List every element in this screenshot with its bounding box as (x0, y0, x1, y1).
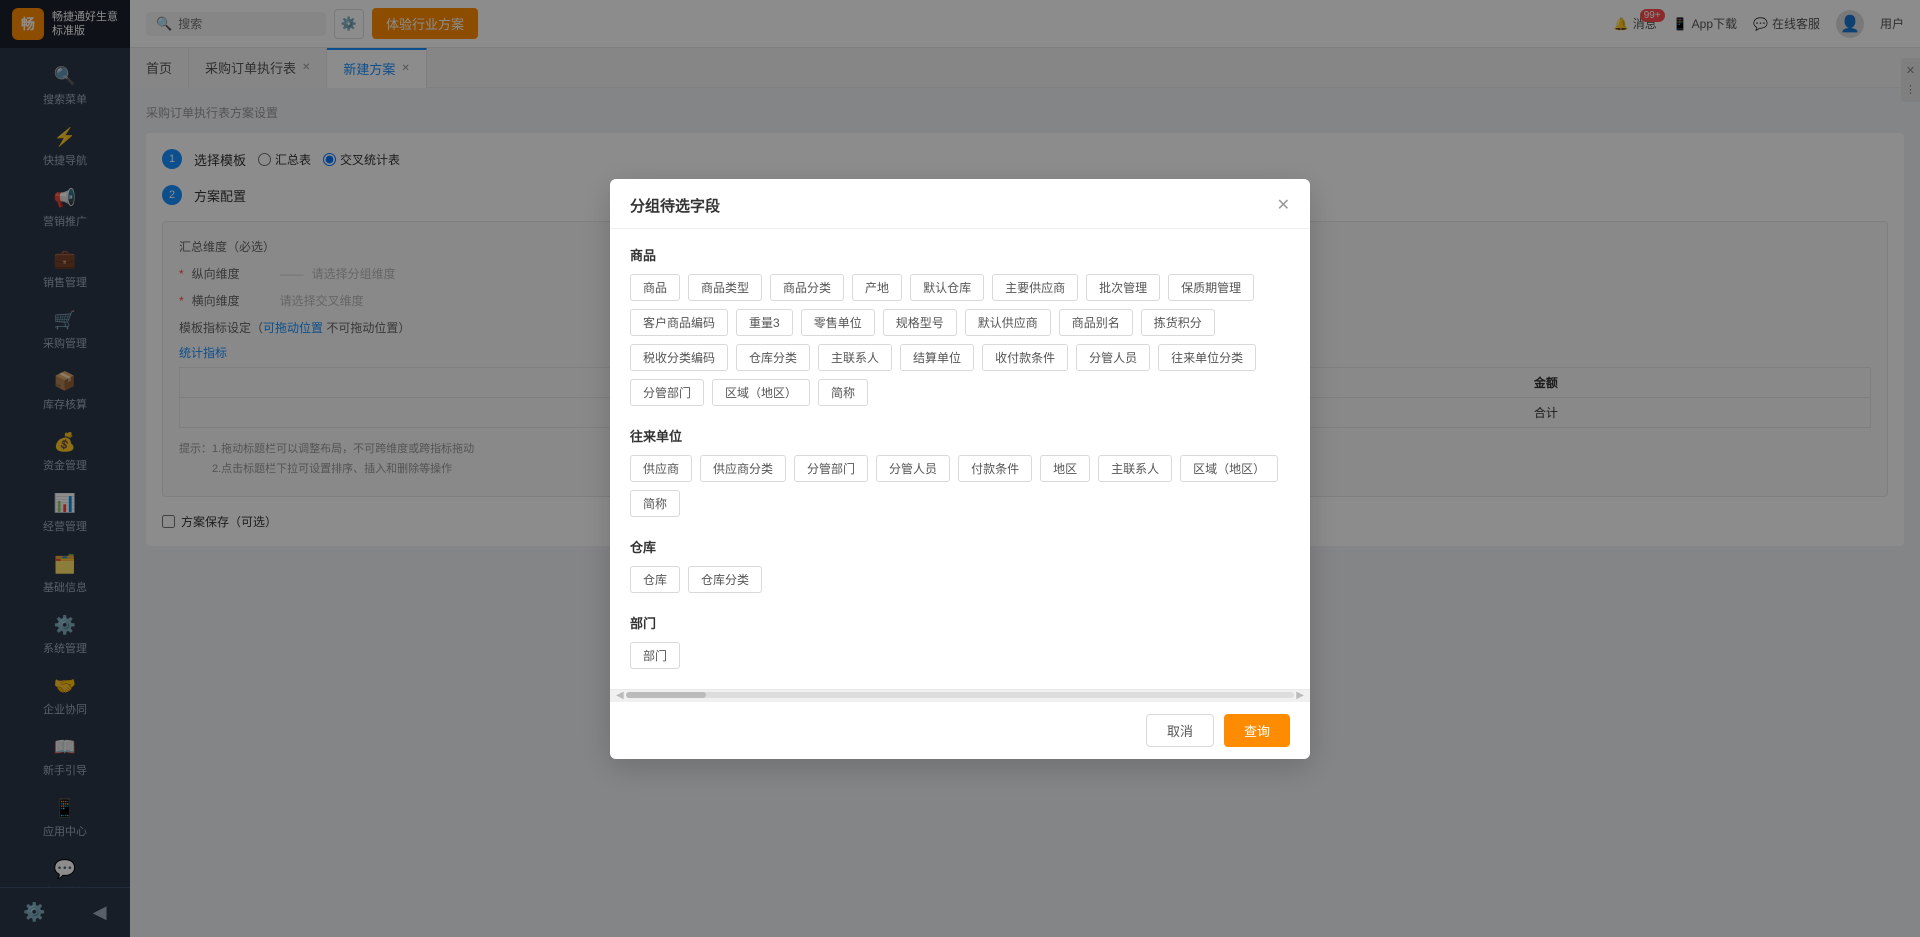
modal-dialog: 分组待选字段 ✕ 商品商品商品类型商品分类产地默认仓库主要供应商批次管理保质期管… (610, 179, 1310, 759)
field-section-商品: 商品商品商品类型商品分类产地默认仓库主要供应商批次管理保质期管理客户商品编码重量… (630, 245, 1290, 406)
field-tag-区域（地区）[interactable]: 区域（地区） (712, 379, 810, 406)
field-tag-保质期管理[interactable]: 保质期管理 (1168, 274, 1254, 301)
field-tag-分管部门[interactable]: 分管部门 (630, 379, 704, 406)
field-tag-付款条件[interactable]: 付款条件 (958, 455, 1032, 482)
field-tag-收付款条件[interactable]: 收付款条件 (982, 344, 1068, 371)
hscroll-track (626, 692, 1295, 698)
field-tag-分管人员[interactable]: 分管人员 (876, 455, 950, 482)
modal-footer: 取消 查询 (610, 701, 1310, 759)
field-tag-拣货积分[interactable]: 拣货积分 (1141, 309, 1215, 336)
field-tag-仓库分类[interactable]: 仓库分类 (736, 344, 810, 371)
field-tag-结算单位[interactable]: 结算单位 (900, 344, 974, 371)
field-section-title-仓库: 仓库 (630, 537, 1290, 556)
field-tag-区域（地区）[interactable]: 区域（地区） (1180, 455, 1278, 482)
field-tag-分管人员[interactable]: 分管人员 (1076, 344, 1150, 371)
field-tag-主联系人[interactable]: 主联系人 (818, 344, 892, 371)
field-tag-主要供应商[interactable]: 主要供应商 (992, 274, 1078, 301)
field-tag-简称[interactable]: 简称 (818, 379, 868, 406)
field-tags-部门: 部门 (630, 642, 1290, 669)
field-tag-重量3[interactable]: 重量3 (736, 309, 793, 336)
field-tag-供应商[interactable]: 供应商 (630, 455, 692, 482)
field-section-title-商品: 商品 (630, 245, 1290, 264)
field-tag-规格型号[interactable]: 规格型号 (883, 309, 957, 336)
field-tag-地区[interactable]: 地区 (1040, 455, 1090, 482)
field-tag-商品[interactable]: 商品 (630, 274, 680, 301)
field-tag-产地[interactable]: 产地 (852, 274, 902, 301)
field-tag-默认仓库[interactable]: 默认仓库 (910, 274, 984, 301)
field-tag-商品分类[interactable]: 商品分类 (770, 274, 844, 301)
field-tag-供应商分类[interactable]: 供应商分类 (700, 455, 786, 482)
field-tags-仓库: 仓库仓库分类 (630, 566, 1290, 593)
field-tag-主联系人[interactable]: 主联系人 (1098, 455, 1172, 482)
field-tag-税收分类编码[interactable]: 税收分类编码 (630, 344, 728, 371)
modal-title: 分组待选字段 (630, 195, 720, 216)
field-section-title-往来单位: 往来单位 (630, 426, 1290, 445)
field-section-仓库: 仓库仓库仓库分类 (630, 537, 1290, 593)
field-tag-商品类型[interactable]: 商品类型 (688, 274, 762, 301)
modal-close-btn[interactable]: ✕ (1277, 195, 1290, 215)
field-section-title-部门: 部门 (630, 613, 1290, 632)
field-tags-往来单位: 供应商供应商分类分管部门分管人员付款条件地区主联系人区域（地区） 简称 (630, 455, 1290, 517)
hscroll-thumb (626, 692, 706, 698)
field-tag-批次管理[interactable]: 批次管理 (1086, 274, 1160, 301)
field-section-往来单位: 往来单位供应商供应商分类分管部门分管人员付款条件地区主联系人区域（地区） 简称 (630, 426, 1290, 517)
field-tag-简称[interactable]: 简称 (630, 490, 680, 517)
field-tag-零售单位[interactable]: 零售单位 (801, 309, 875, 336)
field-tag-商品别名[interactable]: 商品别名 (1059, 309, 1133, 336)
field-tag-往来单位分类[interactable]: 往来单位分类 (1158, 344, 1256, 371)
cancel-button[interactable]: 取消 (1146, 714, 1214, 747)
field-tags-商品: 商品商品类型商品分类产地默认仓库主要供应商批次管理保质期管理客户商品编码重量3 零… (630, 274, 1290, 406)
confirm-button[interactable]: 查询 (1224, 714, 1290, 747)
field-tag-默认供应商[interactable]: 默认供应商 (965, 309, 1051, 336)
field-tag-部门[interactable]: 部门 (630, 642, 680, 669)
field-tag-仓库分类[interactable]: 仓库分类 (688, 566, 762, 593)
field-tag-分管部门[interactable]: 分管部门 (794, 455, 868, 482)
modal-horizontal-scrollbar[interactable]: ◀ ▶ (610, 689, 1310, 701)
field-tag-仓库[interactable]: 仓库 (630, 566, 680, 593)
modal-backdrop[interactable]: 分组待选字段 ✕ 商品商品商品类型商品分类产地默认仓库主要供应商批次管理保质期管… (0, 0, 1920, 937)
field-tag-客户商品编码[interactable]: 客户商品编码 (630, 309, 728, 336)
modal-body: 商品商品商品类型商品分类产地默认仓库主要供应商批次管理保质期管理客户商品编码重量… (610, 229, 1310, 689)
field-section-部门: 部门部门 (630, 613, 1290, 669)
modal-header: 分组待选字段 ✕ (610, 179, 1310, 229)
